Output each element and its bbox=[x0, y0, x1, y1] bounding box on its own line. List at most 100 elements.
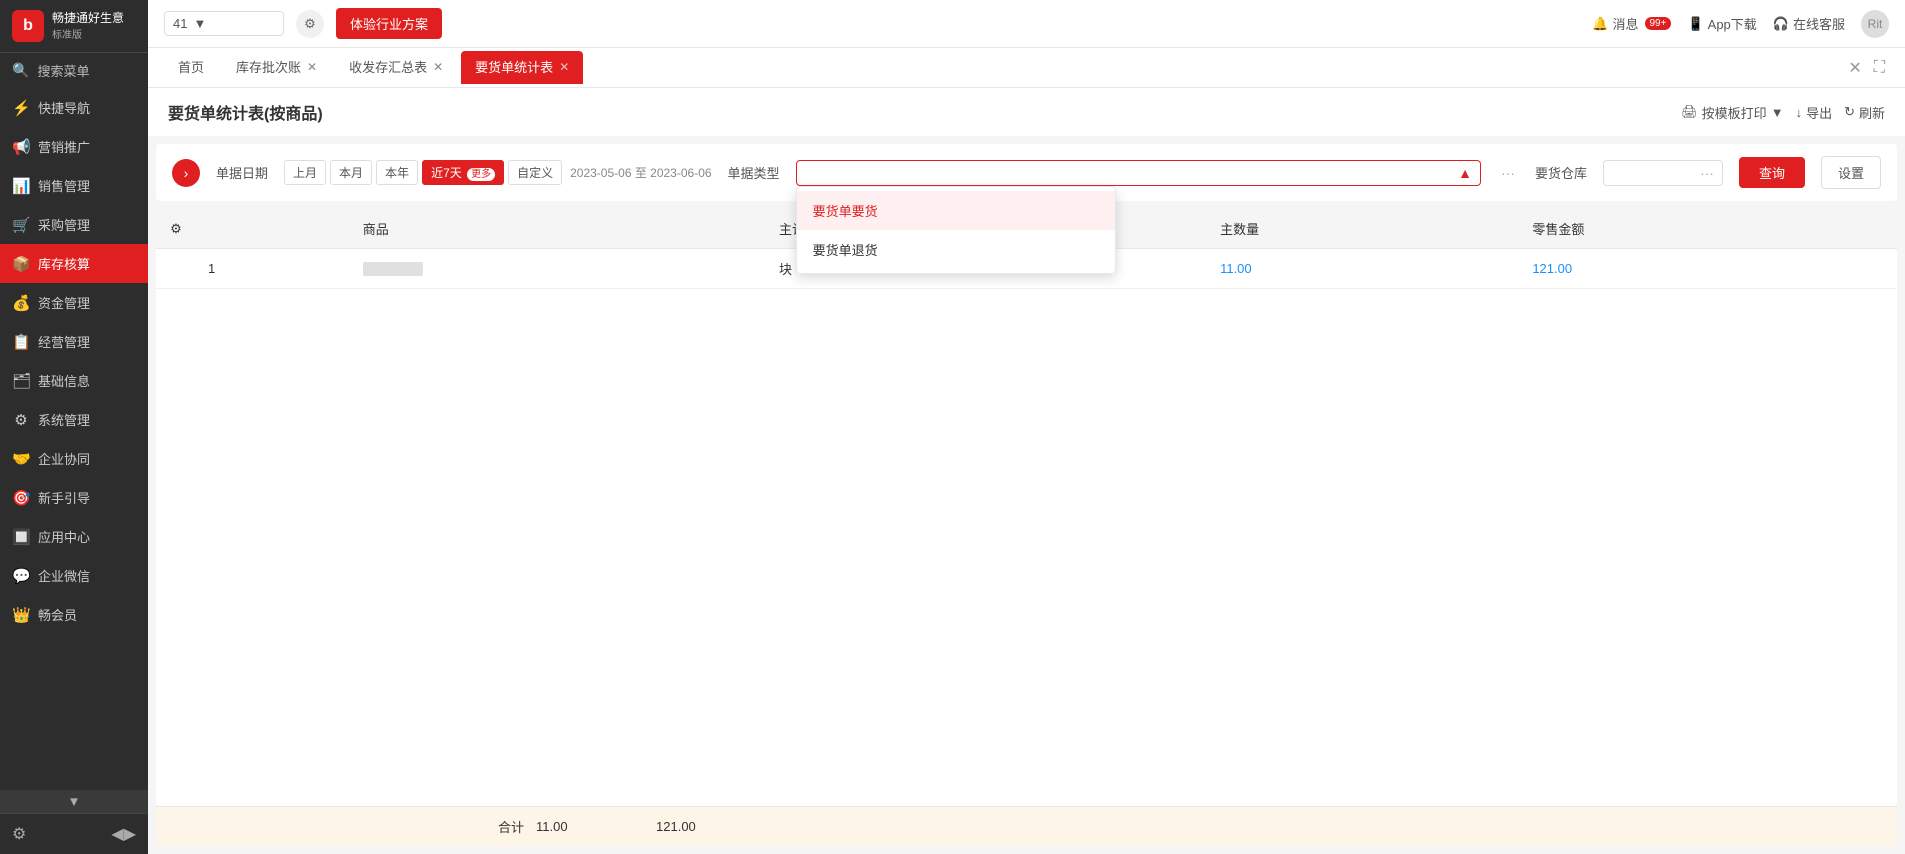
footer-label: 合计 bbox=[498, 817, 524, 836]
topbar-right: 🔔 消息 99+ 📱 App下载 🎧 在线客服 Rit bbox=[1592, 10, 1889, 38]
sidebar: b 畅捷通好生意 标准版 🔍 搜索菜单 ⚡ 快捷导航 📢 营销推广 📊 销售管理… bbox=[0, 0, 148, 854]
this-month-btn[interactable]: 本月 bbox=[330, 160, 372, 185]
sidebar-item-operation[interactable]: 📋 经营管理 bbox=[0, 322, 148, 361]
sidebar-item-guide[interactable]: 🎯 新手引导 bbox=[0, 478, 148, 517]
col-settings[interactable]: ⚙ bbox=[156, 209, 196, 249]
row-settings-cell bbox=[156, 249, 196, 289]
sidebar-item-label: 应用中心 bbox=[38, 527, 90, 546]
system-icon: ⚙ bbox=[12, 411, 30, 429]
online-service-label: 在线客服 bbox=[1793, 14, 1845, 33]
row-product-cell bbox=[351, 249, 767, 289]
tab-requisition-summary[interactable]: 要货单统计表 ✕ bbox=[461, 51, 583, 84]
warehouse-filter-label: 要货仓库 bbox=[1535, 163, 1587, 182]
tab-requisition-summary-label: 要货单统计表 bbox=[475, 57, 553, 76]
notifications-label: 消息 bbox=[1612, 14, 1638, 33]
chevron-down-icon: ▼ bbox=[193, 16, 206, 31]
purchase-icon: 🛒 bbox=[12, 216, 30, 234]
filter-settings-btn[interactable]: 设置 bbox=[1821, 156, 1881, 189]
sidebar-item-wechat[interactable]: 💬 企业微信 bbox=[0, 556, 148, 595]
sidebar-item-label: 采购管理 bbox=[38, 215, 90, 234]
logo: b 畅捷通好生意 标准版 bbox=[0, 0, 148, 53]
warehouse-select[interactable]: ··· bbox=[1603, 160, 1723, 186]
printer-icon: 🖨 bbox=[1681, 104, 1698, 120]
dropdown-item-requisition-return[interactable]: 要货单退货 bbox=[797, 230, 1115, 269]
product-name-redacted bbox=[363, 262, 423, 276]
sidebar-item-label: 销售管理 bbox=[38, 176, 90, 195]
sidebar-item-basic[interactable]: 🗂 基础信息 bbox=[0, 361, 148, 400]
filter-bar: › 单据日期 上月 本月 本年 近7天 更多 自定义 2023-05-06 至 … bbox=[156, 144, 1897, 201]
sidebar-item-quick-nav[interactable]: ⚡ 快捷导航 bbox=[0, 88, 148, 127]
sidebar-item-label: 经营管理 bbox=[38, 332, 90, 351]
marketing-icon: 📢 bbox=[12, 138, 30, 156]
phone-icon: 📱 bbox=[1687, 16, 1703, 32]
dropdown-item-requisition-order[interactable]: 要货单要货 bbox=[797, 191, 1115, 230]
filter-row: › 单据日期 上月 本月 本年 近7天 更多 自定义 2023-05-06 至 … bbox=[172, 156, 1881, 189]
type-select-more-icon[interactable]: ··· bbox=[1497, 165, 1519, 181]
page-actions: 🖨 按模板打印 ▼ ↓ 导出 ↻ 刷新 bbox=[1681, 103, 1885, 122]
main-area: 41 ▼ ⚙ 体验行业方案 🔔 消息 99+ 📱 App下载 🎧 在线客服 Ri… bbox=[148, 0, 1905, 854]
type-filter-label: 单据类型 bbox=[728, 163, 780, 182]
sidebar-item-label: 快捷导航 bbox=[38, 98, 90, 117]
tab-inventory-batch[interactable]: 库存批次账 ✕ bbox=[222, 51, 331, 84]
sidebar-item-system[interactable]: ⚙ 系统管理 bbox=[0, 400, 148, 439]
sidebar-item-apps[interactable]: 🔲 应用中心 bbox=[0, 517, 148, 556]
notifications-badge: 99+ bbox=[1645, 17, 1672, 30]
sidebar-item-sales[interactable]: 📊 销售管理 bbox=[0, 166, 148, 205]
operation-icon: 📋 bbox=[12, 333, 30, 351]
sidebar-item-vip[interactable]: 👑 畅会员 bbox=[0, 595, 148, 634]
trial-btn[interactable]: 体验行业方案 bbox=[336, 8, 442, 39]
user-avatar[interactable]: Rit bbox=[1861, 10, 1889, 38]
search-menu[interactable]: 🔍 搜索菜单 bbox=[0, 53, 148, 88]
print-template-btn[interactable]: 🖨 按模板打印 ▼ bbox=[1681, 103, 1783, 122]
app-download-label: App下载 bbox=[1708, 14, 1757, 33]
filter-expand-btn[interactable]: › bbox=[172, 159, 200, 187]
prev-month-btn[interactable]: 上月 bbox=[284, 160, 326, 185]
this-year-btn[interactable]: 本年 bbox=[376, 160, 418, 185]
sidebar-item-inventory[interactable]: 📦 库存核算 bbox=[0, 244, 148, 283]
custom-date-btn[interactable]: 自定义 bbox=[508, 160, 562, 185]
sidebar-item-label: 企业微信 bbox=[38, 566, 90, 585]
bell-icon: 🔔 bbox=[1592, 16, 1608, 32]
refresh-label: 刷新 bbox=[1859, 103, 1885, 122]
online-service-item[interactable]: 🎧 在线客服 bbox=[1773, 14, 1845, 33]
last-7-days-label: 近7天 bbox=[431, 166, 462, 180]
collapse-sidebar-icon[interactable]: ◀▶ bbox=[111, 824, 136, 844]
sidebar-item-label: 营销推广 bbox=[38, 137, 90, 156]
warehouse-select-more-icon: ··· bbox=[1700, 165, 1714, 181]
sidebar-item-label: 系统管理 bbox=[38, 410, 90, 429]
type-select[interactable]: ▲ bbox=[796, 160, 1481, 186]
refresh-btn[interactable]: ↻ 刷新 bbox=[1844, 103, 1885, 122]
amount-link[interactable]: 121.00 bbox=[1532, 261, 1572, 276]
company-select[interactable]: 41 ▼ bbox=[164, 11, 284, 36]
tab-home[interactable]: 首页 bbox=[164, 51, 218, 84]
dropdown-item-requisition-return-label: 要货单退货 bbox=[813, 243, 878, 258]
export-btn[interactable]: ↓ 导出 bbox=[1796, 103, 1833, 122]
last-7-days-btn[interactable]: 近7天 更多 bbox=[422, 160, 504, 185]
tab-close-requisition-summary[interactable]: ✕ bbox=[559, 60, 569, 74]
warehouse-select-value bbox=[1612, 165, 1616, 180]
tab-close-receivable-summary[interactable]: ✕ bbox=[433, 60, 443, 74]
avatar-text: Rit bbox=[1868, 17, 1883, 31]
footer-amount: 121.00 bbox=[656, 819, 696, 834]
table-footer: 合计 11.00 121.00 bbox=[156, 806, 1897, 846]
sidebar-item-finance[interactable]: 💰 资金管理 bbox=[0, 283, 148, 322]
sidebar-item-purchase[interactable]: 🛒 采购管理 bbox=[0, 205, 148, 244]
sidebar-item-enterprise[interactable]: 🤝 企业协同 bbox=[0, 439, 148, 478]
data-table-container: ⚙ 商品 主计量单位 主数量 零售金额 1 bbox=[156, 209, 1897, 806]
sidebar-item-marketing[interactable]: 📢 营销推广 bbox=[0, 127, 148, 166]
query-btn[interactable]: 查询 bbox=[1739, 157, 1805, 188]
quantity-link[interactable]: 11.00 bbox=[1220, 261, 1252, 276]
sidebar-scroll-down[interactable]: ▼ bbox=[0, 790, 148, 813]
footer-quantity: 11.00 bbox=[536, 819, 568, 834]
sidebar-item-label: 资金管理 bbox=[38, 293, 90, 312]
close-all-tabs-icon[interactable]: ✕ bbox=[1844, 54, 1865, 82]
notifications-item[interactable]: 🔔 消息 99+ bbox=[1592, 14, 1671, 33]
app-download-item[interactable]: 📱 App下载 bbox=[1687, 14, 1756, 33]
settings-bottom-icon[interactable]: ⚙ bbox=[12, 824, 26, 844]
tab-receivable-summary[interactable]: 收发存汇总表 ✕ bbox=[335, 51, 457, 84]
topbar-settings-btn[interactable]: ⚙ bbox=[296, 10, 324, 38]
logo-sub: 标准版 bbox=[52, 26, 124, 41]
maximize-icon[interactable]: ⛶ bbox=[1870, 55, 1889, 81]
tab-close-inventory-batch[interactable]: ✕ bbox=[307, 60, 317, 74]
quick-nav-icon: ⚡ bbox=[12, 99, 30, 117]
